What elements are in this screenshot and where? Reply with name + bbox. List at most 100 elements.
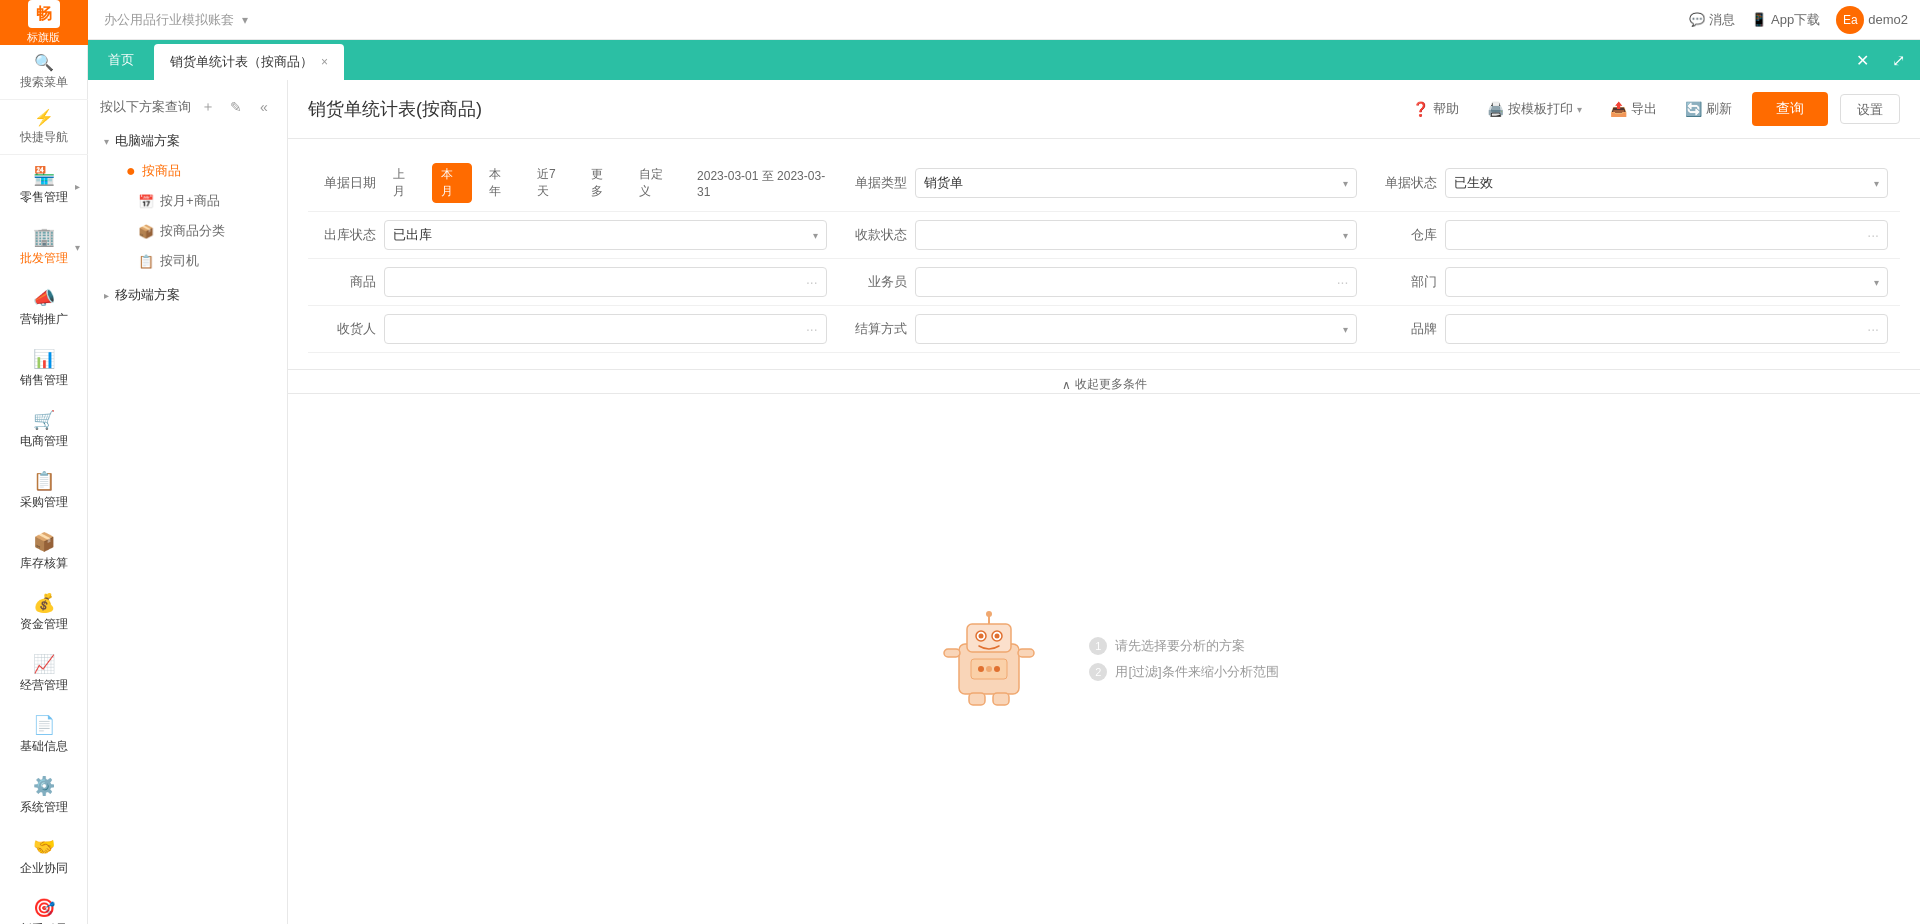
sales-icon: 📊 (33, 348, 55, 370)
sidebar-item-sales[interactable]: 📊 销售管理 (0, 338, 88, 399)
settlement-content: ▾ (915, 314, 1358, 344)
left-panel: 按以下方案查询 ＋ ✎ « ▾ 电脑端方案 ● 按商品 (88, 80, 288, 924)
settlement-cell: 结算方式 ▾ (839, 306, 1370, 353)
maximize-button[interactable]: ⤢ (1884, 46, 1912, 74)
product-dots[interactable]: ··· (806, 274, 818, 290)
help-icon: ❓ (1412, 101, 1429, 117)
tab-close-button[interactable]: × (321, 55, 328, 69)
query-button[interactable]: 查询 (1752, 92, 1828, 126)
help-label: 帮助 (1433, 100, 1459, 118)
app-logo: 畅 标旗版 (0, 0, 88, 45)
brand-cell: 品牌 ··· (1369, 306, 1900, 353)
collapse-more-button[interactable]: ∧ 收起更多条件 (288, 370, 1920, 394)
out-status-select[interactable]: 已出库 ▾ (384, 220, 827, 250)
department-select[interactable]: ▾ (1445, 267, 1888, 297)
tab-home[interactable]: 首页 (88, 40, 154, 80)
receiver-dots[interactable]: ··· (806, 321, 818, 337)
sidebar-item-basic[interactable]: 📄 基础信息 (0, 704, 88, 765)
tree-item-by-product[interactable]: ● 按商品 (118, 156, 287, 186)
refresh-icon: 🔄 (1685, 101, 1702, 117)
collapse-panel-button[interactable]: « (253, 96, 275, 118)
sidebar-item-wholesale[interactable]: 🏢 批发管理 ▾ (0, 216, 88, 277)
this-month-btn[interactable]: 本月 (432, 163, 472, 203)
receiver-cell: 收货人 ··· (308, 306, 839, 353)
logo-text: 标旗版 (27, 30, 60, 45)
close-window-button[interactable]: ✕ (1848, 46, 1876, 74)
brand-input[interactable]: ··· (1445, 314, 1888, 344)
out-status-value: 已出库 (393, 226, 432, 244)
warehouse-dots[interactable]: ··· (1867, 227, 1879, 243)
message-button[interactable]: 💬 消息 (1689, 11, 1735, 29)
product-content: ··· (384, 267, 827, 297)
svg-point-7 (986, 611, 992, 617)
tree-mobile-root[interactable]: ▸ 移动端方案 (88, 280, 287, 310)
app-download-button[interactable]: 📱 App下载 (1751, 11, 1820, 29)
sidebar-item-ecommerce[interactable]: 🛒 电商管理 (0, 399, 88, 460)
salesman-dots[interactable]: ··· (1337, 274, 1349, 290)
sidebar-item-system[interactable]: ⚙️ 系统管理 (0, 765, 88, 826)
active-dot-icon: ● (126, 162, 136, 180)
last7-btn[interactable]: 近7天 (528, 163, 574, 203)
refresh-button[interactable]: 🔄 刷新 (1677, 96, 1740, 122)
ecommerce-icon: 🛒 (33, 409, 55, 431)
empty-illustration (929, 609, 1049, 709)
sidebar-item-label: 系统管理 (20, 799, 68, 816)
sidebar-item-label: 销售管理 (20, 372, 68, 389)
tree-item-by-month-product[interactable]: 📅 按月+商品 (118, 186, 287, 216)
filter-area: 单据日期 上月 本月 本年 近7天 更多 自定义 2023-03-01 至 20… (288, 139, 1920, 370)
print-button[interactable]: 🖨️ 按模板打印 ▾ (1479, 96, 1590, 122)
more-btn[interactable]: 更多 (582, 163, 622, 203)
collect-status-select[interactable]: ▾ (915, 220, 1358, 250)
salesman-input[interactable]: ··· (915, 267, 1358, 297)
date-range-text: 2023-03-01 至 2023-03-31 (697, 168, 827, 199)
tree-desktop-label: 电脑端方案 (115, 132, 180, 150)
sidebar-item-enterprise[interactable]: 🤝 企业协同 (0, 826, 88, 887)
doc-type-select[interactable]: 销货单 ▾ (915, 168, 1358, 198)
this-year-btn[interactable]: 本年 (480, 163, 520, 203)
sidebar-item-purchase[interactable]: 📋 采购管理 (0, 460, 88, 521)
tree-item-by-category[interactable]: 📦 按商品分类 (118, 216, 287, 246)
sidebar-item-newbie[interactable]: 🎯 新手引导 (0, 887, 88, 924)
date-filter: 上月 本月 本年 近7天 更多 自定义 2023-03-01 至 2023-03… (384, 163, 827, 203)
sidebar-item-operations[interactable]: 📈 经营管理 (0, 643, 88, 704)
custom-btn[interactable]: 自定义 (630, 163, 681, 203)
edit-scheme-button[interactable]: ✎ (225, 96, 247, 118)
brand-dots[interactable]: ··· (1867, 321, 1879, 337)
marketing-icon: 📣 (33, 287, 55, 309)
enterprise-icon: 🤝 (33, 836, 55, 858)
avatar: Ea (1836, 6, 1864, 34)
sidebar-item-inventory[interactable]: 📦 库存核算 (0, 521, 88, 582)
settlement-select[interactable]: ▾ (915, 314, 1358, 344)
tree-desktop-root[interactable]: ▾ 电脑端方案 (88, 126, 287, 156)
salesman-label: 业务员 (851, 273, 915, 291)
doc-status-label: 单据状态 (1381, 174, 1445, 192)
quick-nav[interactable]: ⚡ 快捷导航 (0, 100, 88, 155)
sidebar-item-finance[interactable]: 💰 资金管理 (0, 582, 88, 643)
product-input[interactable]: ··· (384, 267, 827, 297)
user-menu[interactable]: Ea demo2 (1836, 6, 1908, 34)
warehouse-input[interactable]: ··· (1445, 220, 1888, 250)
receiver-input[interactable]: ··· (384, 314, 827, 344)
doc-status-select[interactable]: 已生效 ▾ (1445, 168, 1888, 198)
set-button[interactable]: 设置 (1840, 94, 1900, 124)
help-button[interactable]: ❓ 帮助 (1404, 96, 1467, 122)
filter-row-1: 单据日期 上月 本月 本年 近7天 更多 自定义 2023-03-01 至 20… (308, 155, 1900, 212)
sidebar-item-label: 资金管理 (20, 616, 68, 633)
tree-item-label: 按商品 (142, 162, 181, 180)
last-month-btn[interactable]: 上月 (384, 163, 424, 203)
svg-rect-15 (993, 693, 1009, 705)
operations-icon: 📈 (33, 653, 55, 675)
search-menu[interactable]: 🔍 搜索菜单 (0, 45, 88, 100)
breadcrumb-dropdown-icon[interactable]: ▾ (242, 13, 248, 27)
sidebar-item-marketing[interactable]: 📣 营销推广 (0, 277, 88, 338)
expand-icon: ▾ (104, 136, 109, 147)
chevron-down-icon: ▾ (1343, 324, 1348, 335)
add-scheme-button[interactable]: ＋ (197, 96, 219, 118)
sidebar-item-retail[interactable]: 🏪 零售管理 ▸ (0, 155, 88, 216)
doc-status-cell: 单据状态 已生效 ▾ (1369, 155, 1900, 212)
tab-sales-stats[interactable]: 销货单统计表（按商品） × (154, 44, 344, 80)
chevron-down-icon: ▾ (75, 241, 80, 252)
export-button[interactable]: 📤 导出 (1602, 96, 1665, 122)
receiver-content: ··· (384, 314, 827, 344)
tree-item-by-cashier[interactable]: 📋 按司机 (118, 246, 287, 276)
